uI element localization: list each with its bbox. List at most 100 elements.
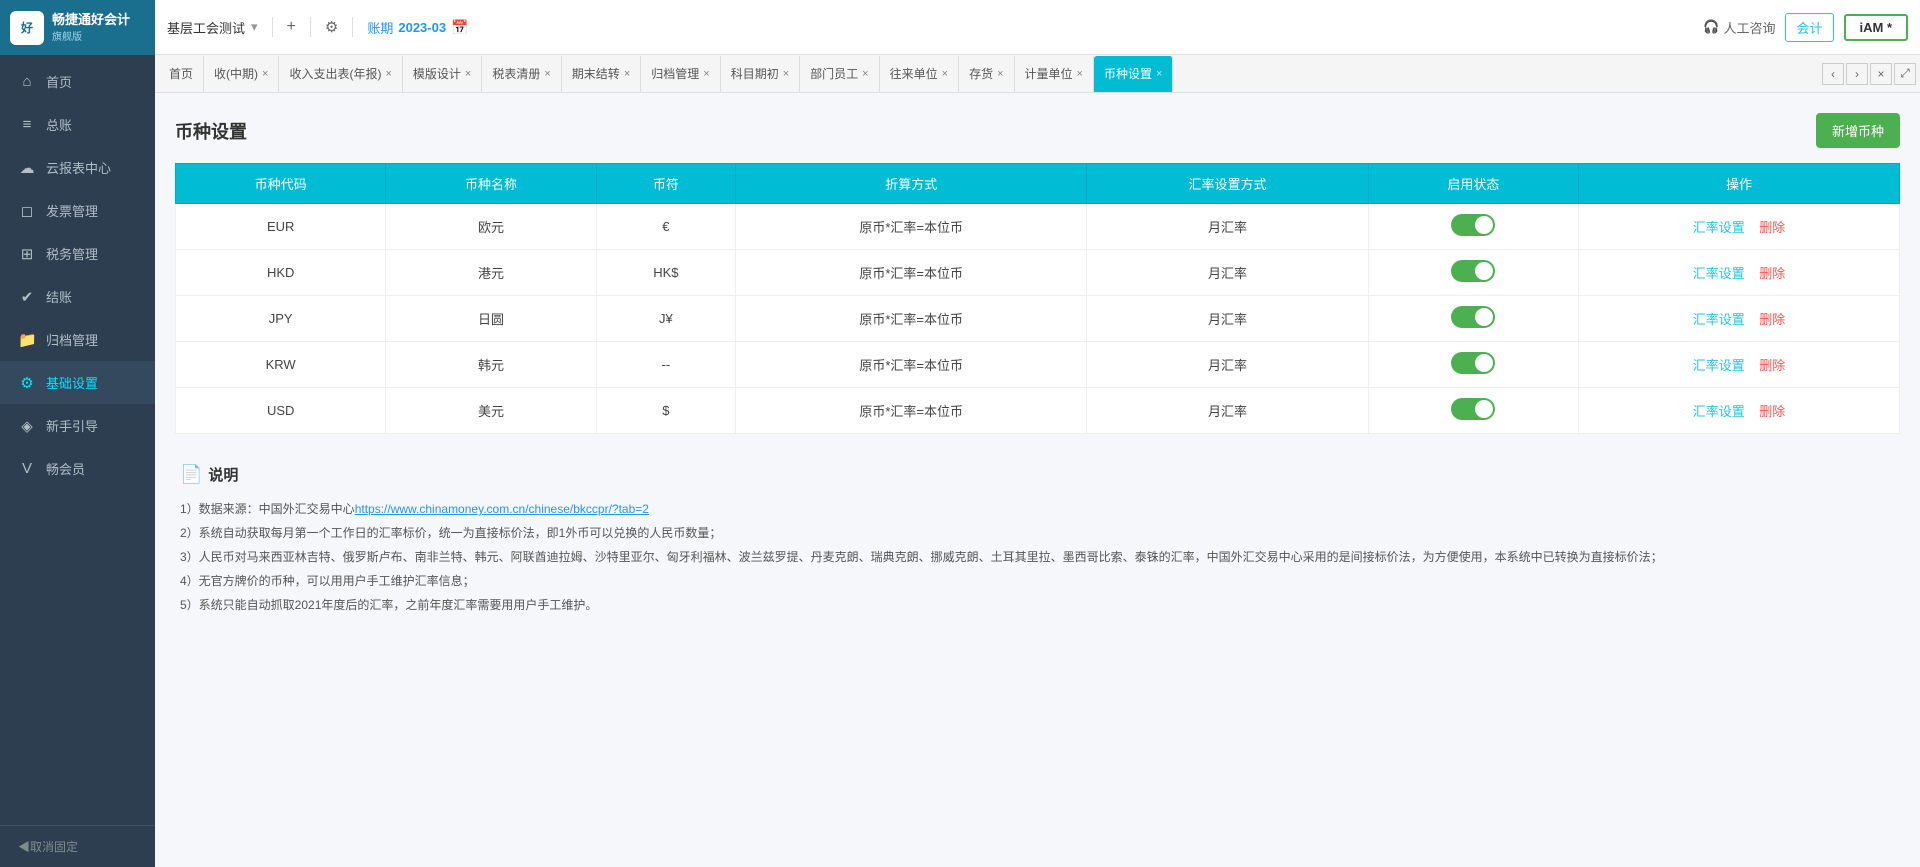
logo-icon: 好 [10,11,44,45]
rate-setting-button[interactable]: 汇率设置 [1693,309,1745,328]
invoice-icon: ◻ [18,202,36,220]
tab-label: 收(中期) [214,65,258,82]
toggle-switch[interactable] [1451,352,1495,374]
toggle-switch[interactable] [1451,398,1495,420]
tab-prev-button[interactable]: ‹ [1822,63,1844,85]
sidebar-item-settle[interactable]: ✔ 结账 [0,275,155,318]
tab-close-icon[interactable]: × [1077,68,1083,80]
sidebar-item-label: 税务管理 [46,244,98,263]
rate-setting-button[interactable]: 汇率设置 [1693,401,1745,420]
tab-inventory[interactable]: 存货 × [959,56,1014,92]
dropdown-icon: ▾ [251,19,258,35]
tab-close-icon[interactable]: × [942,68,948,80]
cell-name: 日圆 [386,296,596,342]
tab-currency[interactable]: 币种设置 × [1094,56,1173,92]
cell-symbol: J¥ [596,296,735,342]
iam-button[interactable]: iAM * [1844,14,1909,41]
cell-action: 汇率设置 删除 [1579,250,1900,296]
col-name: 币种名称 [386,164,596,204]
sidebar-item-home[interactable]: ⌂ 首页 [0,60,155,103]
cloud-icon: ☁ [18,159,36,177]
logo-title: 畅捷通好会计 [52,12,130,28]
tab-close-icon[interactable]: × [1156,68,1162,80]
notes-list: 1）数据来源：中国外汇交易中心 https://www.chinamoney.c… [180,497,1895,617]
tab-close-icon[interactable]: × [262,68,268,80]
delete-button[interactable]: 删除 [1759,355,1785,374]
tab-partners[interactable]: 往来单位 × [880,56,959,92]
tab-close-icon[interactable]: × [624,68,630,80]
tab-close-icon[interactable]: × [465,68,471,80]
tab-income[interactable]: 收入支出表(年报) × [279,56,402,92]
toggle-switch[interactable] [1451,214,1495,236]
tab-close-all-button[interactable]: × [1870,63,1892,85]
sidebar-item-member[interactable]: V 畅会员 [0,447,155,490]
sidebar-item-reports[interactable]: ☁ 云报表中心 [0,146,155,189]
content-area: 币种设置 新增币种 币种代码 币种名称 币符 折算方式 汇率设置方式 启用状态 … [155,93,1920,867]
tab-unit[interactable]: 计量单位 × [1015,56,1094,92]
tab-close-icon[interactable]: × [862,68,868,80]
add-button[interactable]: + [287,18,296,36]
sidebar-item-archive[interactable]: 📁 归档管理 [0,318,155,361]
toggle-switch[interactable] [1451,306,1495,328]
sidebar-item-invoice[interactable]: ◻ 发票管理 [0,189,155,232]
tab-next-button[interactable]: › [1846,63,1868,85]
tab-subject[interactable]: 科目期初 × [721,56,800,92]
cell-name: 韩元 [386,342,596,388]
tab-template[interactable]: 模版设计 × [403,56,482,92]
cell-name: 欧元 [386,204,596,250]
tab-home[interactable]: 首页 [159,56,204,92]
tab-close-icon[interactable]: × [703,68,709,80]
calendar-icon[interactable]: 📅 [451,19,468,36]
company-selector[interactable]: 基层工会测试 ▾ [167,18,258,37]
kuaiji-button[interactable]: 会计 [1785,13,1833,42]
cell-action: 汇率设置 删除 [1579,388,1900,434]
tab-close-icon[interactable]: × [783,68,789,80]
tab-close-icon[interactable]: × [544,68,550,80]
rate-setting-button[interactable]: 汇率设置 [1693,217,1745,236]
cell-name: 美元 [386,388,596,434]
delete-button[interactable]: 删除 [1759,217,1785,236]
sidebar-item-label: 归档管理 [46,330,98,349]
notes-icon: 📄 [180,464,202,485]
company-name: 基层工会测试 [167,18,245,37]
tab-filing[interactable]: 归档管理 × [641,56,720,92]
unpin-button[interactable]: ◀取消固定 [0,825,155,867]
tab-close-icon[interactable]: × [385,68,391,80]
sidebar-item-ledger[interactable]: ≡ 总账 [0,103,155,146]
cell-rate-method: 月汇率 [1087,388,1368,434]
headset-icon: 🎧 [1703,19,1719,35]
delete-button[interactable]: 删除 [1759,263,1785,282]
tab-tax[interactable]: 税表清册 × [482,56,561,92]
member-icon: V [18,460,36,477]
tab-dept[interactable]: 部门员工 × [800,56,879,92]
sidebar-item-basic[interactable]: ⚙ 基础设置 [0,361,155,404]
toggle-switch[interactable] [1451,260,1495,282]
divider [352,17,353,37]
note-item: 5）系统只能自动抓取2021年度后的汇率，之前年度汇率需要用用户手工维护。 [180,593,1895,617]
sidebar-item-guide[interactable]: ◈ 新手引导 [0,404,155,447]
cell-symbol: -- [596,342,735,388]
tab-label: 期末结转 [572,65,620,82]
service-button[interactable]: 🎧 人工咨询 [1703,18,1775,37]
cell-symbol: HK$ [596,250,735,296]
rate-setting-button[interactable]: 汇率设置 [1693,355,1745,374]
sidebar-item-tax[interactable]: ⊞ 税务管理 [0,232,155,275]
cell-calc: 原币*汇率=本位币 [736,250,1087,296]
notes-title: 说明 [208,464,238,485]
table-row: JPY 日圆 J¥ 原币*汇率=本位币 月汇率 汇率设置 删除 [176,296,1900,342]
tab-close-icon[interactable]: × [997,68,1003,80]
delete-button[interactable]: 删除 [1759,401,1785,420]
cell-symbol: € [596,204,735,250]
table-row: KRW 韩元 -- 原币*汇率=本位币 月汇率 汇率设置 删除 [176,342,1900,388]
tab-maximize-button[interactable]: ⤢ [1894,63,1916,85]
rate-setting-button[interactable]: 汇率设置 [1693,263,1745,282]
delete-button[interactable]: 删除 [1759,309,1785,328]
settings-icon[interactable]: ⚙ [325,18,338,36]
tab-period-end[interactable]: 期末结转 × [562,56,641,92]
cell-status [1368,342,1578,388]
notes-link[interactable]: https://www.chinamoney.com.cn/chinese/bk… [355,497,649,521]
new-currency-button[interactable]: 新增币种 [1816,113,1900,148]
tab-balance[interactable]: 收(中期) × [204,56,279,92]
cell-code: HKD [176,250,386,296]
tab-bar: 首页 收(中期) × 收入支出表(年报) × 模版设计 × 税表清册 × 期末结… [155,55,1920,93]
